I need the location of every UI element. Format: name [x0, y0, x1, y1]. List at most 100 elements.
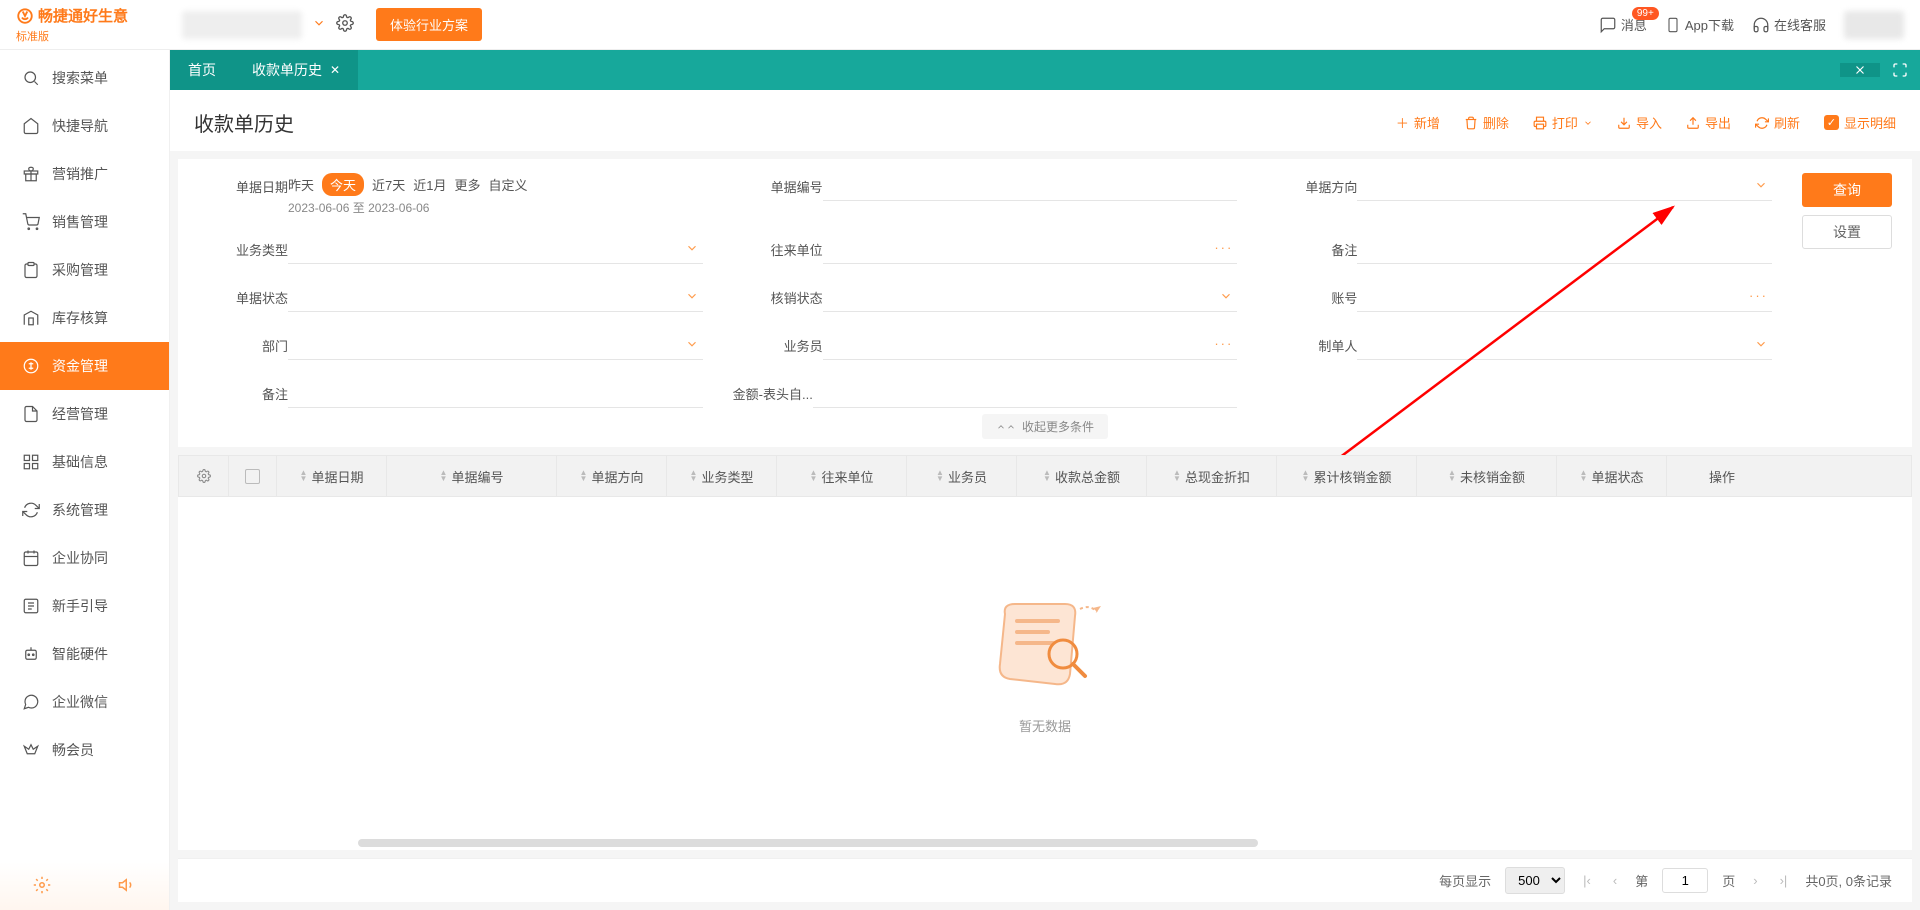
filter-label-dept: 部门: [198, 332, 288, 355]
action-show-detail[interactable]: ✓ 显示明细: [1824, 113, 1896, 132]
date-pill[interactable]: 今天: [322, 173, 364, 196]
sidebar-item-label: 营销推广: [52, 164, 108, 184]
filter-input-remark2[interactable]: [288, 380, 703, 408]
filter-input-docno[interactable]: [823, 173, 1238, 201]
experience-plan-button[interactable]: 体验行业方案: [376, 8, 482, 41]
pager-prev-icon[interactable]: ‹: [1609, 873, 1621, 888]
sidebar-item-label: 畅会员: [52, 740, 94, 760]
money-icon: [22, 357, 40, 375]
robot-icon: [22, 645, 40, 663]
tab-receipt-history[interactable]: 收款单历史 ✕: [234, 50, 358, 90]
sidebar-item-label: 基础信息: [52, 452, 108, 472]
sidebar-item-label: 企业协同: [52, 548, 108, 568]
messages-link[interactable]: 消息 99+: [1599, 15, 1647, 34]
table-header-col[interactable]: ▲▼总现金折扣: [1147, 456, 1277, 496]
filter-label-creator: 制单人: [1267, 332, 1357, 355]
empty-state-illustration: [985, 594, 1105, 704]
sidebar-item-10[interactable]: 企业协同: [0, 534, 169, 582]
filter-select-operator[interactable]: ···: [823, 332, 1238, 360]
table-header-col[interactable]: ▲▼单据日期: [277, 456, 387, 496]
sidebar-sound-icon[interactable]: [118, 876, 136, 897]
pager-page-input[interactable]: [1662, 868, 1708, 893]
column-settings-icon[interactable]: [179, 456, 229, 496]
tabs-fullscreen-icon[interactable]: [1880, 62, 1920, 78]
table-header-col[interactable]: ▲▼业务员: [907, 456, 1017, 496]
table-header-col[interactable]: ▲▼未核销金额: [1417, 456, 1557, 496]
table-header-col[interactable]: ▲▼往来单位: [777, 456, 907, 496]
action-add[interactable]: ＋新增: [1396, 113, 1440, 132]
sidebar-item-11[interactable]: 新手引导: [0, 582, 169, 630]
tabs-close-all-icon[interactable]: [1840, 63, 1880, 77]
table-header-col[interactable]: ▲▼业务类型: [667, 456, 777, 496]
date-pill[interactable]: 昨天: [288, 175, 314, 194]
sidebar-item-5[interactable]: 库存核算: [0, 294, 169, 342]
sidebar-item-13[interactable]: 企业微信: [0, 678, 169, 726]
action-refresh[interactable]: 刷新: [1755, 113, 1800, 132]
org-dropdown-icon[interactable]: [312, 16, 326, 33]
sidebar-item-8[interactable]: 基础信息: [0, 438, 169, 486]
filter-select-docstatus[interactable]: [288, 284, 703, 312]
table-header-col[interactable]: ▲▼单据编号: [387, 456, 557, 496]
date-pill[interactable]: 更多: [455, 175, 481, 194]
empty-state-text: 暂无数据: [1019, 716, 1071, 735]
table-header-col[interactable]: ▲▼单据方向: [557, 456, 667, 496]
org-settings-icon[interactable]: [336, 14, 354, 35]
pager-next-icon[interactable]: ›: [1749, 873, 1761, 888]
action-export[interactable]: 导出: [1686, 113, 1731, 132]
pager-page-suffix: 页: [1722, 871, 1735, 890]
action-print[interactable]: 打印: [1533, 113, 1593, 132]
sidebar-item-7[interactable]: 经营管理: [0, 390, 169, 438]
pager-first-icon[interactable]: |‹: [1579, 873, 1595, 888]
user-avatar-blurred[interactable]: [1844, 11, 1904, 39]
sidebar-item-4[interactable]: 采购管理: [0, 246, 169, 294]
table-header-col[interactable]: ▲▼单据状态: [1557, 456, 1667, 496]
filter-select-dept[interactable]: [288, 332, 703, 360]
filter-input-amount[interactable]: [813, 380, 1238, 408]
sidebar-item-14[interactable]: 畅会员: [0, 726, 169, 774]
date-pill[interactable]: 自定义: [489, 175, 528, 194]
sidebar-item-3[interactable]: 销售管理: [0, 198, 169, 246]
sidebar-item-label: 系统管理: [52, 500, 108, 520]
action-delete[interactable]: 删除: [1464, 113, 1509, 132]
sidebar-item-12[interactable]: 智能硬件: [0, 630, 169, 678]
app-download-link[interactable]: App下载: [1665, 15, 1734, 34]
tab-home[interactable]: 首页: [170, 50, 234, 90]
table-header-col[interactable]: ▲▼累计核销金额: [1277, 456, 1417, 496]
sidebar-item-0[interactable]: 搜索菜单: [0, 54, 169, 102]
messages-badge: 99+: [1632, 7, 1659, 20]
query-button[interactable]: 查询: [1802, 173, 1892, 207]
filter-select-verifystatus[interactable]: [823, 284, 1238, 312]
filter-select-creator[interactable]: [1357, 332, 1772, 360]
collapse-filters-toggle[interactable]: 收起更多条件: [982, 414, 1108, 439]
sort-icon: ▲▼: [580, 470, 588, 482]
table-header-col[interactable]: ▲▼收款总金额: [1017, 456, 1147, 496]
sidebar-item-1[interactable]: 快捷导航: [0, 102, 169, 150]
select-all-checkbox[interactable]: [229, 456, 277, 496]
new-icon: [22, 597, 40, 615]
sidebar-settings-icon[interactable]: [33, 876, 51, 897]
action-import[interactable]: 导入: [1617, 113, 1662, 132]
pager-last-icon[interactable]: ›|: [1776, 873, 1792, 888]
sidebar-item-2[interactable]: 营销推广: [0, 150, 169, 198]
date-pill[interactable]: 近1月: [413, 175, 446, 194]
filter-select-account[interactable]: ···: [1357, 284, 1772, 312]
filter-label-docno: 单据编号: [733, 173, 823, 196]
filter-label-partner: 往来单位: [733, 236, 823, 259]
date-range-text: 2023-06-06 至 2023-06-06: [288, 199, 703, 216]
sidebar-item-6[interactable]: 资金管理: [0, 342, 169, 390]
home-icon: [22, 117, 40, 135]
horizontal-scrollbar[interactable]: [178, 836, 1912, 850]
table-header-col[interactable]: 操作: [1667, 456, 1777, 496]
per-page-select[interactable]: 500: [1505, 867, 1565, 894]
sidebar-item-9[interactable]: 系统管理: [0, 486, 169, 534]
filter-select-direction[interactable]: [1357, 173, 1772, 201]
tab-close-icon[interactable]: ✕: [330, 63, 340, 77]
filter-settings-button[interactable]: 设置: [1802, 215, 1892, 249]
filter-select-partner[interactable]: ···: [823, 236, 1238, 264]
sort-icon: ▲▼: [936, 470, 944, 482]
filter-select-biztype[interactable]: [288, 236, 703, 264]
pager-summary: 共0页, 0条记录: [1805, 871, 1892, 890]
online-service-link[interactable]: 在线客服: [1752, 15, 1826, 34]
date-pill[interactable]: 近7天: [372, 175, 405, 194]
filter-input-remark[interactable]: [1357, 236, 1772, 264]
